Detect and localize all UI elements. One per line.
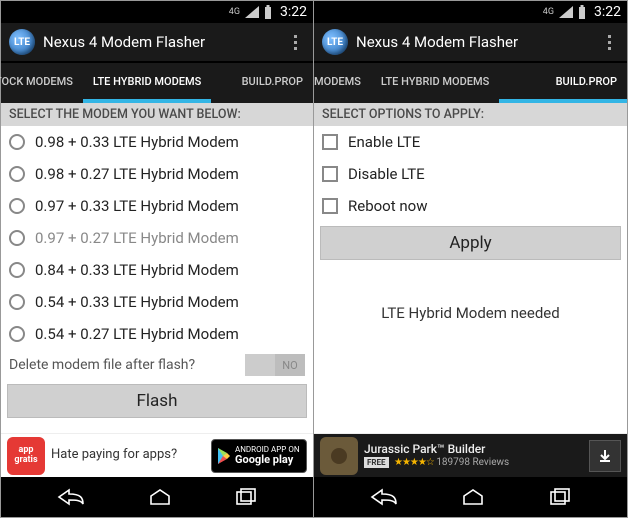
- play-badge-text: ANDROID APP ONGoogle play: [235, 446, 300, 466]
- modem-option[interactable]: 0.54 + 0.27 LTE Hybrid Modem: [1, 318, 313, 350]
- ad-banner[interactable]: app gratis Hate paying for apps? ANDROID…: [1, 433, 313, 477]
- download-icon: [597, 448, 613, 464]
- tab-lte-hybrid-modems[interactable]: LTE HYBRID MODEMS: [371, 63, 499, 103]
- radio-icon: [9, 166, 25, 182]
- radio-icon: [9, 198, 25, 214]
- modem-label: 0.54 + 0.33 LTE Hybrid Modem: [35, 293, 239, 311]
- radio-icon: [9, 294, 25, 310]
- option-label: Reboot now: [348, 197, 427, 215]
- back-button[interactable]: [370, 488, 398, 506]
- status-message: LTE Hybrid Modem needed: [314, 304, 627, 322]
- action-bar: LTE Nexus 4 Modem Flasher: [314, 23, 627, 63]
- phone-left: 4G 3:22 LTE Nexus 4 Modem Flasher TOCK M…: [1, 1, 314, 517]
- tab-modems[interactable]: MODEMS: [304, 63, 371, 103]
- modem-option[interactable]: 0.54 + 0.33 LTE Hybrid Modem: [1, 286, 313, 318]
- app-icon: LTE: [322, 29, 348, 55]
- content-area: SELECT THE MODEM YOU WANT BELOW: 0.98 + …: [1, 103, 313, 477]
- ad-text: Jurassic Park™ Builder FREE ★★★★☆ 189798…: [364, 443, 583, 468]
- modem-option[interactable]: 0.84 + 0.33 LTE Hybrid Modem: [1, 254, 313, 286]
- ad-icon: [320, 437, 358, 475]
- google-play-badge[interactable]: ANDROID APP ONGoogle play: [211, 439, 307, 473]
- section-header: SELECT OPTIONS TO APPLY:: [314, 103, 627, 126]
- modem-label: 0.54 + 0.27 LTE Hybrid Modem: [35, 325, 239, 343]
- modem-label: 0.97 + 0.27 LTE Hybrid Modem: [35, 229, 239, 247]
- battery-icon: [264, 5, 272, 19]
- radio-icon: [9, 326, 25, 342]
- back-button[interactable]: [57, 488, 85, 506]
- free-badge: FREE: [364, 457, 389, 468]
- delete-after-flash-row: Delete modem file after flash? NO: [1, 350, 313, 380]
- modem-label: 0.98 + 0.27 LTE Hybrid Modem: [35, 165, 239, 183]
- signal-icon: [559, 6, 573, 18]
- ad-title: Jurassic Park™ Builder: [364, 443, 583, 457]
- network-label: 4G: [229, 7, 240, 17]
- tab-bar: MODEMS LTE HYBRID MODEMS BUILD.PROP: [314, 63, 627, 103]
- signal-icon: [245, 6, 259, 18]
- play-icon: [217, 448, 231, 464]
- app-title: Nexus 4 Modem Flasher: [356, 33, 599, 51]
- option-enable-lte[interactable]: Enable LTE: [314, 126, 627, 158]
- phone-right: 4G 3:22 LTE Nexus 4 Modem Flasher MODEMS…: [314, 1, 627, 517]
- nav-bar: [314, 477, 627, 517]
- action-bar: LTE Nexus 4 Modem Flasher: [1, 23, 313, 63]
- tab-bar: TOCK MODEMS LTE HYBRID MODEMS BUILD.PROP: [1, 63, 313, 103]
- modem-label: 0.84 + 0.33 LTE Hybrid Modem: [35, 261, 239, 279]
- ad-icon: app gratis: [7, 437, 45, 475]
- modem-list: 0.98 + 0.33 LTE Hybrid Modem 0.98 + 0.27…: [1, 126, 313, 350]
- overflow-menu-icon[interactable]: [599, 31, 619, 54]
- delete-toggle[interactable]: NO: [245, 354, 305, 376]
- modem-option[interactable]: 0.98 + 0.27 LTE Hybrid Modem: [1, 158, 313, 190]
- battery-icon: [578, 5, 586, 19]
- flash-button[interactable]: Flash: [7, 384, 307, 418]
- modem-label: 0.97 + 0.33 LTE Hybrid Modem: [35, 197, 239, 215]
- checkbox-icon: [322, 198, 338, 214]
- tab-stock-modems[interactable]: TOCK MODEMS: [0, 63, 83, 103]
- tab-build-prop[interactable]: BUILD.PROP: [499, 63, 627, 103]
- home-button[interactable]: [148, 488, 172, 506]
- delete-label: Delete modem file after flash?: [9, 357, 195, 373]
- apply-button[interactable]: Apply: [320, 226, 621, 260]
- network-label: 4G: [543, 7, 554, 17]
- checkbox-icon: [322, 134, 338, 150]
- status-bar: 4G 3:22: [314, 1, 627, 23]
- radio-icon: [9, 134, 25, 150]
- modem-option[interactable]: 0.98 + 0.33 LTE Hybrid Modem: [1, 126, 313, 158]
- clock: 3:22: [594, 4, 621, 20]
- option-label: Disable LTE: [348, 165, 425, 183]
- recents-button[interactable]: [549, 488, 571, 506]
- home-button[interactable]: [461, 488, 485, 506]
- ad-banner[interactable]: Jurassic Park™ Builder FREE ★★★★☆ 189798…: [314, 433, 627, 477]
- recents-button[interactable]: [235, 488, 257, 506]
- checkbox-icon: [322, 166, 338, 182]
- toggle-value: NO: [275, 354, 305, 376]
- ad-text: Hate paying for apps?: [51, 448, 205, 463]
- tab-lte-hybrid-modems[interactable]: LTE HYBRID MODEMS: [83, 63, 211, 103]
- nav-bar: [1, 477, 313, 517]
- content-area: SELECT OPTIONS TO APPLY: Enable LTE Disa…: [314, 103, 627, 477]
- download-button[interactable]: [589, 440, 621, 472]
- modem-option[interactable]: 0.97 + 0.33 LTE Hybrid Modem: [1, 190, 313, 222]
- option-disable-lte[interactable]: Disable LTE: [314, 158, 627, 190]
- section-header: SELECT THE MODEM YOU WANT BELOW:: [1, 103, 313, 126]
- radio-icon: [9, 262, 25, 278]
- overflow-menu-icon[interactable]: [285, 31, 305, 54]
- app-icon: LTE: [9, 29, 35, 55]
- review-count: 189798 Reviews: [436, 457, 509, 468]
- app-title: Nexus 4 Modem Flasher: [43, 33, 285, 51]
- modem-label: 0.98 + 0.33 LTE Hybrid Modem: [35, 133, 239, 151]
- status-bar: 4G 3:22: [1, 1, 313, 23]
- modem-option[interactable]: 0.97 + 0.27 LTE Hybrid Modem: [1, 222, 313, 254]
- option-label: Enable LTE: [348, 133, 420, 151]
- star-rating-icon: ★★★★☆: [394, 457, 434, 468]
- radio-icon: [9, 230, 25, 246]
- tab-build-prop[interactable]: BUILD.PROP: [211, 63, 313, 103]
- options-list: Enable LTE Disable LTE Reboot now: [314, 126, 627, 222]
- option-reboot-now[interactable]: Reboot now: [314, 190, 627, 222]
- clock: 3:22: [280, 4, 307, 20]
